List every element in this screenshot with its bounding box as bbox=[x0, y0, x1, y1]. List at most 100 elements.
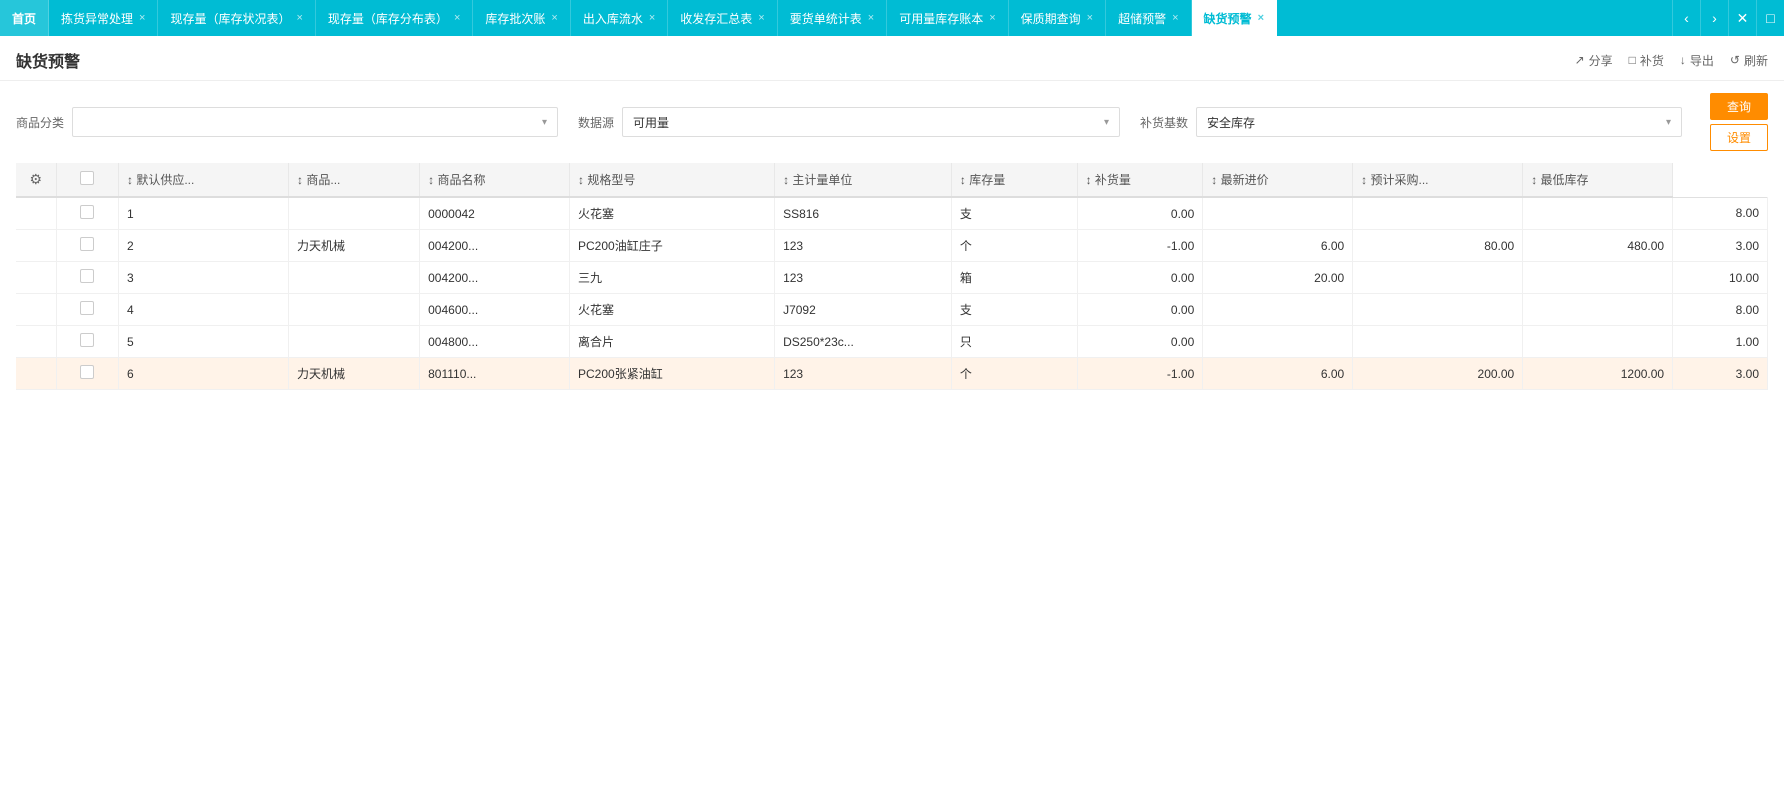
checkbox-6[interactable] bbox=[80, 365, 94, 379]
settings-button[interactable]: 设置 bbox=[1710, 124, 1768, 151]
th-spec: ↕ 规格型号 bbox=[570, 163, 775, 197]
cell-latest-price-2: 80.00 bbox=[1353, 230, 1523, 262]
checkbox-column-header[interactable] bbox=[56, 163, 119, 197]
table-row: 6力天机械801110...PC200张紧油缸123个-1.006.00200.… bbox=[16, 358, 1768, 390]
tab-expiry-query[interactable]: 保质期查询× bbox=[1009, 0, 1106, 36]
cell-stock-qty-3: 0.00 bbox=[1077, 262, 1203, 294]
row-checkbox-3[interactable] bbox=[56, 262, 119, 294]
tab-close-order-stat[interactable]: × bbox=[868, 12, 874, 24]
datasource-select[interactable]: 可用量 ▾ bbox=[622, 107, 1120, 137]
tab-inventory-dist[interactable]: 现存量（库存分布表）× bbox=[316, 0, 473, 36]
tab-maximize-button[interactable]: □ bbox=[1756, 0, 1784, 36]
cell-min-stock-1: 8.00 bbox=[1673, 197, 1768, 230]
cell-row-num-6: 6 bbox=[119, 358, 289, 390]
tab-prev-button[interactable]: ‹ bbox=[1672, 0, 1700, 36]
tab-close-batch-account[interactable]: × bbox=[551, 12, 557, 24]
tab-home[interactable]: 首页 bbox=[0, 0, 49, 36]
page-header: 缺货预警 ↗ 分享 □ 补货 ↓ 导出 ↺ 刷新 bbox=[0, 36, 1784, 81]
replenish-button[interactable]: □ 补货 bbox=[1629, 52, 1664, 69]
table-row: 4004600...火花塞J7092支0.008.00 bbox=[16, 294, 1768, 326]
cell-product-code-4: 004600... bbox=[420, 294, 570, 326]
table-row: 10000042火花塞SS816支0.008.00 bbox=[16, 197, 1768, 230]
row-checkbox-5[interactable] bbox=[56, 326, 119, 358]
cell-default-supplier-1 bbox=[289, 197, 420, 230]
row-gear-5 bbox=[16, 326, 56, 358]
checkbox-1[interactable] bbox=[80, 205, 94, 219]
row-checkbox-2[interactable] bbox=[56, 230, 119, 262]
cell-spec-4: J7092 bbox=[775, 294, 952, 326]
cell-spec-1: SS816 bbox=[775, 197, 952, 230]
tab-label-inventory-status: 现存量（库存状况表） bbox=[170, 10, 290, 27]
datasource-dropdown-icon: ▾ bbox=[1104, 117, 1109, 128]
tab-close-available-ledger[interactable]: × bbox=[989, 12, 995, 24]
tab-defect-process[interactable]: 拣货异常处理× bbox=[49, 0, 158, 36]
tab-available-ledger[interactable]: 可用量库存账本 × bbox=[887, 0, 1008, 36]
filter-area: 商品分类 ▾ 数据源 可用量 ▾ 补货基数 安全库存 ▾ 查询 设置 bbox=[0, 81, 1784, 163]
cell-replenish-qty-3: 20.00 bbox=[1203, 262, 1353, 294]
cell-default-supplier-4 bbox=[289, 294, 420, 326]
tab-label-available-ledger: 可用量库存账本 bbox=[899, 10, 983, 27]
table-header: ⚙ ↕ 默认供应... ↕ 商品... ↕ 商品名称 ↕ bbox=[16, 163, 1768, 197]
category-select[interactable]: ▾ bbox=[72, 107, 558, 137]
checkbox-3[interactable] bbox=[80, 269, 94, 283]
table-row: 3004200...三九123箱0.0020.0010.00 bbox=[16, 262, 1768, 294]
category-label: 商品分类 bbox=[16, 114, 64, 131]
tab-close-inventory-dist[interactable]: × bbox=[454, 12, 460, 24]
row-checkbox-4[interactable] bbox=[56, 294, 119, 326]
cell-row-num-4: 4 bbox=[119, 294, 289, 326]
tab-inventory-status[interactable]: 现存量（库存状况表） × bbox=[158, 0, 315, 36]
th-min-stock: ↕ 最低库存 bbox=[1523, 163, 1673, 197]
tab-order-stat[interactable]: 要货单统计表× bbox=[778, 0, 887, 36]
cell-latest-price-6: 200.00 bbox=[1353, 358, 1523, 390]
cell-latest-price-3 bbox=[1353, 262, 1523, 294]
th-stock-qty: ↕ 库存量 bbox=[951, 163, 1077, 197]
cell-unit-5: 只 bbox=[951, 326, 1077, 358]
select-all-checkbox[interactable] bbox=[80, 171, 94, 185]
th-replenish-qty: ↕ 补货量 bbox=[1077, 163, 1203, 197]
cell-product-name-3: 三九 bbox=[570, 262, 775, 294]
datasource-value: 可用量 bbox=[633, 114, 669, 131]
checkbox-2[interactable] bbox=[80, 237, 94, 251]
gear-column-header[interactable]: ⚙ bbox=[16, 163, 56, 197]
row-checkbox-6[interactable] bbox=[56, 358, 119, 390]
share-button[interactable]: ↗ 分享 bbox=[1575, 52, 1613, 69]
tab-close-inventory-status[interactable]: × bbox=[296, 12, 302, 24]
cell-row-num-5: 5 bbox=[119, 326, 289, 358]
tab-close-receive-summary[interactable]: × bbox=[758, 12, 764, 24]
table-row: 2力天机械004200...PC200油缸庄子123个-1.006.0080.0… bbox=[16, 230, 1768, 262]
tab-close-button[interactable]: ✕ bbox=[1728, 0, 1756, 36]
row-gear-3 bbox=[16, 262, 56, 294]
cell-stock-qty-6: -1.00 bbox=[1077, 358, 1203, 390]
replenish-base-label: 补货基数 bbox=[1140, 114, 1188, 131]
tab-receive-summary[interactable]: 收发存汇总表 × bbox=[668, 0, 777, 36]
tab-close-overstock-warning[interactable]: × bbox=[1172, 12, 1178, 24]
refresh-button[interactable]: ↺ 刷新 bbox=[1730, 52, 1768, 69]
export-button[interactable]: ↓ 导出 bbox=[1680, 52, 1714, 69]
checkbox-4[interactable] bbox=[80, 301, 94, 315]
checkbox-5[interactable] bbox=[80, 333, 94, 347]
tab-close-inout-flow[interactable]: × bbox=[649, 12, 655, 24]
page-title: 缺货预警 bbox=[16, 48, 80, 72]
cell-stock-qty-4: 0.00 bbox=[1077, 294, 1203, 326]
table-body: 10000042火花塞SS816支0.008.002力天机械004200...P… bbox=[16, 197, 1768, 390]
tab-label-overstock-warning: 超储预警 bbox=[1118, 10, 1166, 27]
cell-product-code-5: 004800... bbox=[420, 326, 570, 358]
tab-inout-flow[interactable]: 出入库流水× bbox=[571, 0, 668, 36]
cell-min-stock-5: 1.00 bbox=[1673, 326, 1768, 358]
cell-unit-1: 支 bbox=[951, 197, 1077, 230]
gear-icon[interactable]: ⚙ bbox=[29, 171, 42, 187]
tab-next-button[interactable]: › bbox=[1700, 0, 1728, 36]
tab-label-receive-summary: 收发存汇总表 bbox=[680, 10, 752, 27]
tab-batch-account[interactable]: 库存批次账 × bbox=[473, 0, 570, 36]
query-button[interactable]: 查询 bbox=[1710, 93, 1768, 120]
tab-close-expiry-query[interactable]: × bbox=[1087, 12, 1093, 24]
replenish-base-select[interactable]: 安全库存 ▾ bbox=[1196, 107, 1682, 137]
row-checkbox-1[interactable] bbox=[56, 197, 119, 230]
tab-label-batch-account: 库存批次账 bbox=[485, 10, 545, 27]
tab-shortage-warning[interactable]: 缺货预警× bbox=[1192, 0, 1277, 36]
tab-bar: 首页拣货异常处理×现存量（库存状况表）×现存量（库存分布表）×库存批次账×出入库… bbox=[0, 0, 1784, 36]
cell-stock-qty-5: 0.00 bbox=[1077, 326, 1203, 358]
tab-close-defect-process[interactable]: × bbox=[139, 12, 145, 24]
tab-overstock-warning[interactable]: 超储预警 × bbox=[1106, 0, 1191, 36]
tab-close-shortage-warning[interactable]: × bbox=[1258, 12, 1264, 24]
